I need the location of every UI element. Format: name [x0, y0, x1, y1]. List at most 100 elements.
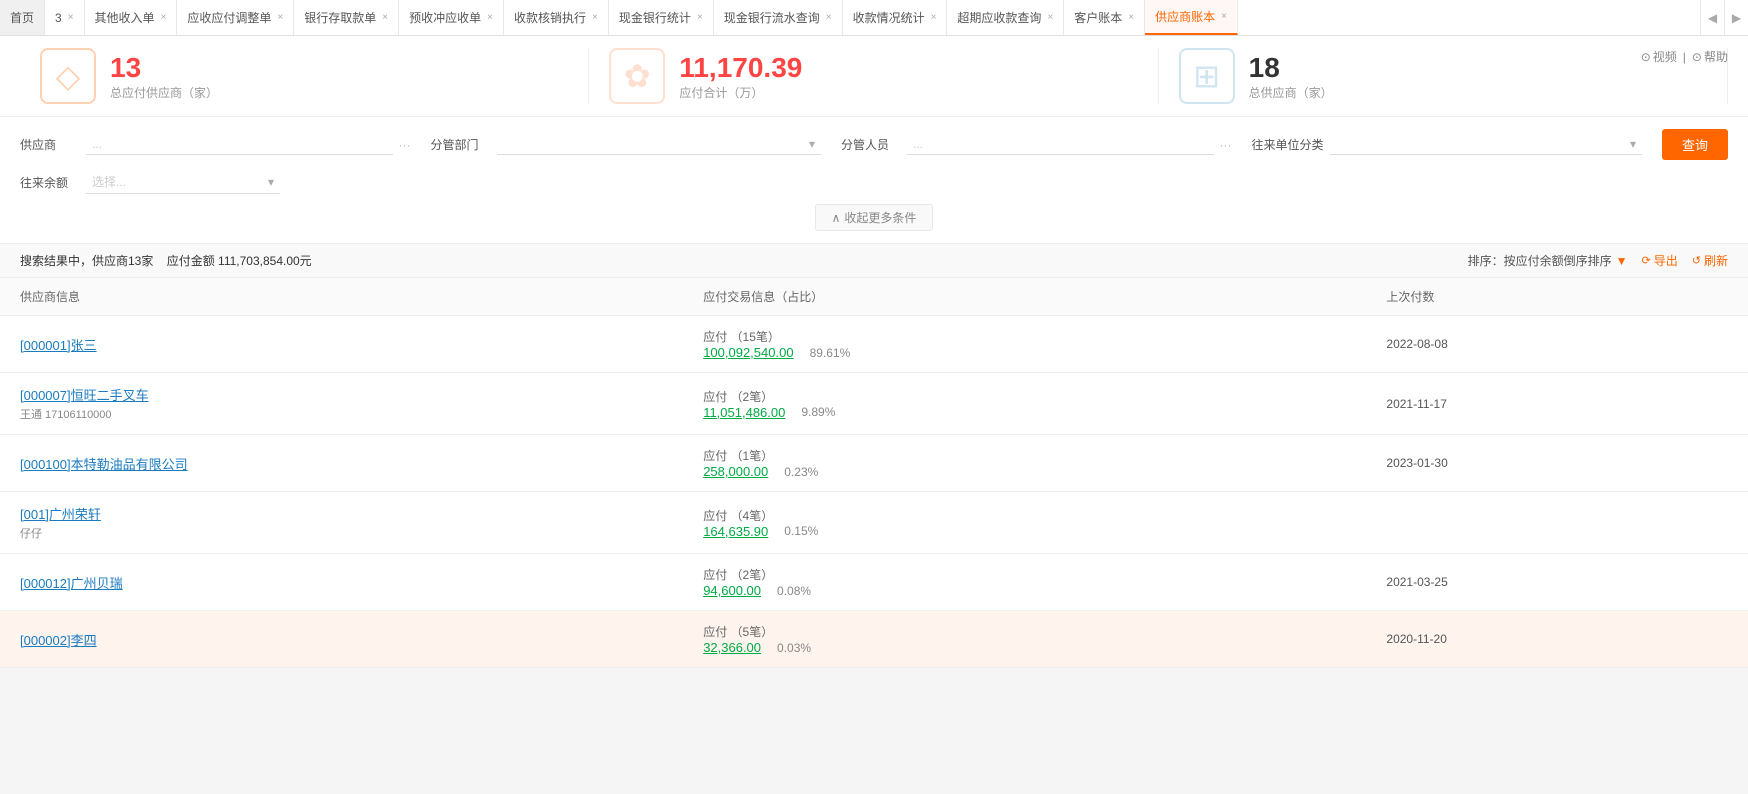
collapse-area: ∧ 收起更多条件 — [20, 204, 1728, 231]
close-tab-cash-bank-flow[interactable]: × — [826, 12, 832, 23]
nav-tab-cash-bank-stat[interactable]: 现金银行统计× — [609, 0, 714, 35]
pay-type-label: 应付 （2笔） — [703, 566, 1386, 583]
result-bar: 搜索结果中，供应商13家 应付金额 111,703,854.00元 排序：按应付… — [0, 244, 1748, 278]
supplier-count-number: 13 — [110, 51, 218, 85]
supplier-info-cell: [001]广州荣轩仔仔 — [20, 504, 703, 541]
payable-amount-label: 应付合计（万） — [679, 84, 802, 101]
stat-block-payable: ✿ 11,170.39 应付合计（万） — [589, 48, 1158, 104]
table-header: 供应商信息 应付交易信息（占比） 上次付数 — [0, 278, 1748, 316]
pay-percent: 9.89% — [801, 405, 835, 419]
pay-amount-link[interactable]: 32,366.00 — [703, 640, 761, 655]
store-icon: ⊞ — [1179, 48, 1235, 104]
collapse-button[interactable]: ∧ 收起更多条件 — [815, 204, 934, 231]
pay-type-label: 应付 （2笔） — [703, 388, 1386, 405]
last-pay-date: 2021-11-17 — [1386, 397, 1728, 411]
pay-info-cell: 应付 （1笔）258,000.000.23% — [703, 447, 1386, 479]
col-header-last-pay: 上次付数 — [1386, 288, 1728, 305]
supplier-info-cell: [000002]李四 — [20, 630, 703, 649]
filter-person: 分管人员 ··· — [841, 134, 1232, 155]
last-pay-date: 2023-01-30 — [1386, 456, 1728, 470]
supplier-name-link[interactable]: [000007]恒旺二手叉车 — [20, 385, 703, 404]
supplier-name-link[interactable]: [000012]广州贝瑞 — [20, 573, 703, 592]
close-tab-advance[interactable]: × — [487, 12, 493, 23]
supplier-info-cell: [000001]张三 — [20, 335, 703, 354]
table-row: [001]广州荣轩仔仔应付 （4笔）164,635.900.15% — [0, 492, 1748, 554]
nav-arrow-right[interactable]: ▶ — [1724, 0, 1748, 35]
pay-type-label: 应付 （1笔） — [703, 447, 1386, 464]
nav-tab-t3[interactable]: 3× — [45, 0, 85, 35]
pay-info-cell: 应付 （15笔）100,092,540.0089.61% — [703, 328, 1386, 360]
dept-filter-select[interactable]: ▾ — [497, 134, 822, 155]
total-supplier-label: 总供应商（家） — [1249, 84, 1333, 101]
supplier-name-link[interactable]: [000002]李四 — [20, 630, 703, 649]
table-row: [000001]张三应付 （15笔）100,092,540.0089.61%20… — [0, 316, 1748, 373]
table-body: [000001]张三应付 （15笔）100,092,540.0089.61%20… — [0, 316, 1748, 668]
person-input-dots[interactable]: ··· — [1220, 138, 1232, 152]
filter-department: 分管部门 ▾ — [431, 134, 822, 155]
close-tab-other-income[interactable]: × — [161, 12, 167, 23]
col-header-pay-info: 应付交易信息（占比） — [703, 288, 1386, 305]
last-pay-date: 2021-03-25 — [1386, 575, 1728, 589]
filter-category: 往来单位分类 ▾ — [1252, 134, 1643, 155]
payable-icon: ✿ — [609, 48, 665, 104]
nav-tab-ap-adjust[interactable]: 应收应付调整单× — [177, 0, 294, 35]
pay-amount-link[interactable]: 164,635.90 — [703, 524, 768, 539]
filter-row-2: 往来余额 选择...▾ — [20, 170, 1728, 194]
separator: | — [1683, 50, 1686, 64]
close-tab-supplier-account[interactable]: × — [1221, 11, 1227, 22]
supplier-name-link[interactable]: [001]广州荣轩 — [20, 504, 703, 523]
close-tab-ap-adjust[interactable]: × — [277, 12, 283, 23]
supplier-name-link[interactable]: [000001]张三 — [20, 335, 703, 354]
pay-percent: 89.61% — [810, 346, 851, 360]
nav-tab-cash-bank-flow[interactable]: 现金银行流水查询× — [714, 0, 843, 35]
supplier-name-link[interactable]: [000100]本特勒油品有限公司 — [20, 454, 703, 473]
last-pay-date: 2022-08-08 — [1386, 337, 1728, 351]
balance-filter-select[interactable]: 选择...▾ — [86, 170, 280, 194]
supplier-filter-label: 供应商 — [20, 136, 80, 153]
close-tab-customer-account[interactable]: × — [1128, 12, 1134, 23]
video-link[interactable]: ⊙视频 — [1641, 48, 1677, 65]
person-filter-input[interactable] — [907, 134, 1214, 155]
result-actions: 排序：按应付余额倒序排序 ▼ ⟳ 导出 ↺ 刷新 — [1468, 252, 1728, 269]
close-tab-collection-verify[interactable]: × — [592, 12, 598, 23]
nav-tab-supplier-account[interactable]: 供应商账本× — [1145, 0, 1238, 35]
table-row: [000100]本特勒油品有限公司应付 （1笔）258,000.000.23%2… — [0, 435, 1748, 492]
nav-tab-overdue-query[interactable]: 超期应收款查询× — [947, 0, 1064, 35]
nav-tab-bank-deposit[interactable]: 银行存取款单× — [294, 0, 399, 35]
help-link[interactable]: ⊙帮助 — [1692, 48, 1728, 65]
nav-arrow-left[interactable]: ◀ — [1700, 0, 1724, 35]
nav-tab-advance[interactable]: 预收冲应收单× — [399, 0, 504, 35]
nav-tab-customer-account[interactable]: 客户账本× — [1064, 0, 1145, 35]
pay-amount-link[interactable]: 100,092,540.00 — [703, 345, 793, 360]
export-button[interactable]: ⟳ 导出 — [1642, 252, 1678, 269]
nav-tab-other-income[interactable]: 其他收入单× — [85, 0, 178, 35]
query-button[interactable]: 查询 — [1662, 129, 1728, 160]
supplier-sub-info: 仔仔 — [20, 525, 703, 541]
close-tab-cash-bank-stat[interactable]: × — [697, 12, 703, 23]
pay-amount-link[interactable]: 11,051,486.00 — [703, 405, 785, 420]
close-tab-t3[interactable]: × — [68, 12, 74, 23]
supplier-input-dots[interactable]: ··· — [399, 138, 411, 152]
pay-info-cell: 应付 （5笔）32,366.00 0.03% — [703, 623, 1386, 655]
filter-supplier: 供应商 ··· — [20, 134, 411, 155]
pay-info-cell: 应付 （2笔）11,051,486.00 9.89% — [703, 388, 1386, 420]
close-tab-collection-stat[interactable]: × — [931, 12, 937, 23]
pay-amount-link[interactable]: 94,600.00 — [703, 583, 761, 598]
nav-tab-home[interactable]: 首页 — [0, 0, 45, 35]
nav-tab-collection-stat[interactable]: 收款情况统计× — [843, 0, 948, 35]
nav-tab-collection-verify[interactable]: 收款核销执行× — [504, 0, 609, 35]
close-tab-bank-deposit[interactable]: × — [382, 12, 388, 23]
refresh-button[interactable]: ↺ 刷新 — [1692, 252, 1728, 269]
filter-area: 供应商 ··· 分管部门 ▾ 分管人员 ··· 往来单位分类 ▾ 查询 — [0, 117, 1748, 244]
supplier-filter-input[interactable] — [86, 134, 393, 155]
result-info: 搜索结果中，供应商13家 应付金额 111,703,854.00元 — [20, 252, 312, 269]
pay-type-label: 应付 （5笔） — [703, 623, 1386, 640]
pay-percent: 0.08% — [777, 584, 811, 598]
dept-filter-label: 分管部门 — [431, 136, 491, 153]
pay-percent: 0.03% — [777, 641, 811, 655]
sort-selector[interactable]: 排序：按应付余额倒序排序 ▼ — [1468, 252, 1628, 269]
category-filter-select[interactable]: ▾ — [1330, 134, 1642, 155]
pay-amount-link[interactable]: 258,000.00 — [703, 464, 768, 479]
payable-amount-number: 11,170.39 — [679, 51, 802, 85]
close-tab-overdue-query[interactable]: × — [1047, 12, 1053, 23]
